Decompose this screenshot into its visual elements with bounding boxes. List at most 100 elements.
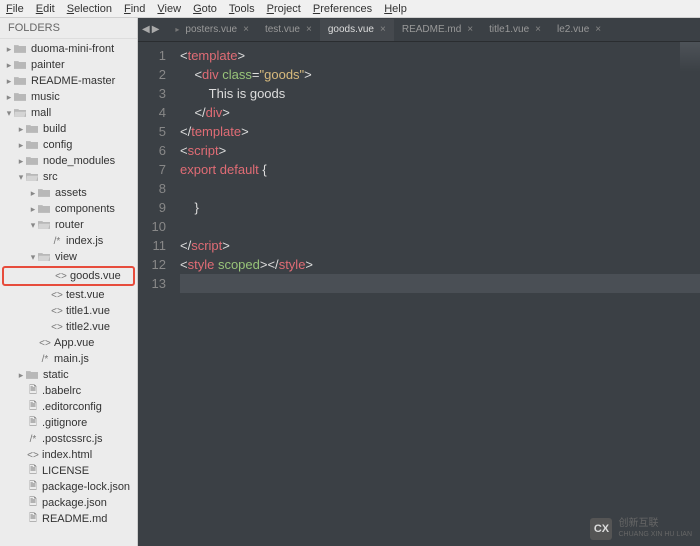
code-line[interactable]: </script> xyxy=(180,236,700,255)
code-line[interactable]: </template> xyxy=(180,122,700,141)
close-icon[interactable]: × xyxy=(595,24,601,35)
folder-open-icon xyxy=(38,251,52,263)
code-content[interactable]: <template> <div class="goods"> This is g… xyxy=(176,42,700,546)
tree-item-label: .editorconfig xyxy=(42,401,102,413)
close-icon[interactable]: × xyxy=(243,24,249,35)
tree-item-build[interactable]: ▸ build xyxy=(0,121,137,137)
menu-goto[interactable]: Goto xyxy=(193,3,217,15)
disclosure-icon[interactable]: ▸ xyxy=(4,76,14,87)
tree-item-license[interactable]: 🗎LICENSE xyxy=(0,463,137,479)
code-line[interactable]: <style scoped></style> xyxy=(180,255,700,274)
tab-goods-vue[interactable]: goods.vue× xyxy=(320,19,394,41)
tree-item--babelrc[interactable]: 🗎.babelrc xyxy=(0,383,137,399)
disclosure-icon[interactable]: ▾ xyxy=(28,220,38,231)
menu-help[interactable]: Help xyxy=(384,3,407,15)
tree-item--postcssrc-js[interactable]: /*.postcssrc.js xyxy=(0,431,137,447)
tree-item-assets[interactable]: ▸assets xyxy=(0,185,137,201)
tree-item-view[interactable]: ▾view xyxy=(0,249,137,265)
menu-project[interactable]: Project xyxy=(267,3,301,15)
tab-nav-arrows[interactable]: ◀ ▶ xyxy=(142,24,159,35)
disclosure-icon[interactable]: ▸ xyxy=(16,370,26,381)
code-line[interactable]: This is goods xyxy=(180,84,700,103)
disclosure-icon[interactable]: ▸ xyxy=(16,156,26,167)
menu-edit[interactable]: Edit xyxy=(36,3,55,15)
tree-item-readme-master[interactable]: ▸README-master xyxy=(0,73,137,89)
folder-icon xyxy=(14,43,28,55)
tree-item-test-vue[interactable]: <>test.vue xyxy=(0,287,137,303)
code-line[interactable] xyxy=(180,274,700,293)
tree-item-components[interactable]: ▸components xyxy=(0,201,137,217)
disclosure-icon[interactable]: ▸ xyxy=(16,140,26,151)
tab-posters-vue[interactable]: ▸posters.vue× xyxy=(167,19,257,41)
tree-item--editorconfig[interactable]: 🗎.editorconfig xyxy=(0,399,137,415)
disclosure-icon[interactable]: ▸ xyxy=(4,92,14,103)
tree-item-config[interactable]: ▸config xyxy=(0,137,137,153)
menu-file[interactable]: File xyxy=(6,3,24,15)
tree-item-title1-vue[interactable]: <>title1.vue xyxy=(0,303,137,319)
disclosure-icon[interactable]: ▸ xyxy=(4,60,14,71)
nav-left-icon[interactable]: ◀ xyxy=(142,24,150,35)
code-line[interactable] xyxy=(180,217,700,236)
file-icon: 🗎 xyxy=(26,511,40,528)
folder-icon xyxy=(26,139,40,151)
tree-item-goods-vue[interactable]: <>goods.vue xyxy=(2,266,135,286)
tab-title1-vue[interactable]: title1.vue× xyxy=(481,19,549,41)
code-line[interactable] xyxy=(180,179,700,198)
menu-preferences[interactable]: Preferences xyxy=(313,3,372,15)
tab-label: le2.vue xyxy=(557,24,589,35)
tree-item-index-js[interactable]: /*index.js xyxy=(0,233,137,249)
tree-item-mall[interactable]: ▾mall xyxy=(0,105,137,121)
tab-test-vue[interactable]: test.vue× xyxy=(257,19,320,41)
tab-le2-vue[interactable]: le2.vue × xyxy=(549,19,609,41)
disclosure-icon[interactable]: ▸ xyxy=(16,124,26,135)
minimap[interactable] xyxy=(680,42,700,72)
tree-item-router[interactable]: ▾router xyxy=(0,217,137,233)
tree-item-label: package-lock.json xyxy=(42,481,130,493)
close-icon[interactable]: × xyxy=(380,24,386,35)
tab-label: README.md xyxy=(402,24,461,35)
code-line[interactable]: <div class="goods"> xyxy=(180,65,700,84)
close-icon[interactable]: × xyxy=(306,24,312,35)
line-number: 9 xyxy=(138,198,166,217)
nav-right-icon[interactable]: ▶ xyxy=(152,24,160,35)
tree-item-title2-vue[interactable]: <>title2.vue xyxy=(0,319,137,335)
disclosure-icon[interactable]: ▸ xyxy=(28,188,38,199)
tree-item-painter[interactable]: ▸painter xyxy=(0,57,137,73)
disclosure-icon[interactable]: ▾ xyxy=(16,172,26,183)
file-icon: 🗎 xyxy=(26,415,40,432)
tab-readme-md[interactable]: README.md × xyxy=(394,19,481,41)
disclosure-icon[interactable]: ▸ xyxy=(28,204,38,215)
file-icon: 🗎 xyxy=(26,383,40,400)
disclosure-icon[interactable]: ▸ xyxy=(4,44,14,55)
close-icon[interactable]: × xyxy=(467,24,473,35)
menu-tools[interactable]: Tools xyxy=(229,3,255,15)
tree-item-index-html[interactable]: <>index.html xyxy=(0,447,137,463)
tree-item-package-lock-json[interactable]: 🗎package-lock.json xyxy=(0,479,137,495)
tree-item-package-json[interactable]: 🗎package.json xyxy=(0,495,137,511)
code-line[interactable]: <template> xyxy=(180,46,700,65)
disclosure-icon[interactable]: ▾ xyxy=(28,252,38,263)
tree-item-src[interactable]: ▾ src xyxy=(0,169,137,185)
menu-selection[interactable]: Selection xyxy=(67,3,112,15)
disclosure-icon[interactable]: ▾ xyxy=(4,108,14,119)
menu-view[interactable]: View xyxy=(157,3,181,15)
file-icon: <> xyxy=(38,338,52,349)
tree-item-duoma-mini-front[interactable]: ▸duoma-mini-front xyxy=(0,41,137,57)
tree-item-main-js[interactable]: /*main.js xyxy=(0,351,137,367)
tree-item-label: build xyxy=(43,123,66,135)
tree-item-readme-md[interactable]: 🗎README.md xyxy=(0,511,137,527)
code-line[interactable]: export default { xyxy=(180,160,700,179)
tree-item-static[interactable]: ▸static xyxy=(0,367,137,383)
tree-item-node-modules[interactable]: ▸node_modules xyxy=(0,153,137,169)
tree-item-label: src xyxy=(43,171,58,183)
close-icon[interactable]: × xyxy=(535,24,541,35)
tree-item-app-vue[interactable]: <>App.vue xyxy=(0,335,137,351)
code-line[interactable]: } xyxy=(180,198,700,217)
code-area[interactable]: 12345678910111213 <template> <div class=… xyxy=(138,42,700,546)
tree-item--gitignore[interactable]: 🗎.gitignore xyxy=(0,415,137,431)
tree-item-label: test.vue xyxy=(66,289,105,301)
tree-item-music[interactable]: ▸music xyxy=(0,89,137,105)
code-line[interactable]: </div> xyxy=(180,103,700,122)
code-line[interactable]: <script> xyxy=(180,141,700,160)
menu-find[interactable]: Find xyxy=(124,3,145,15)
